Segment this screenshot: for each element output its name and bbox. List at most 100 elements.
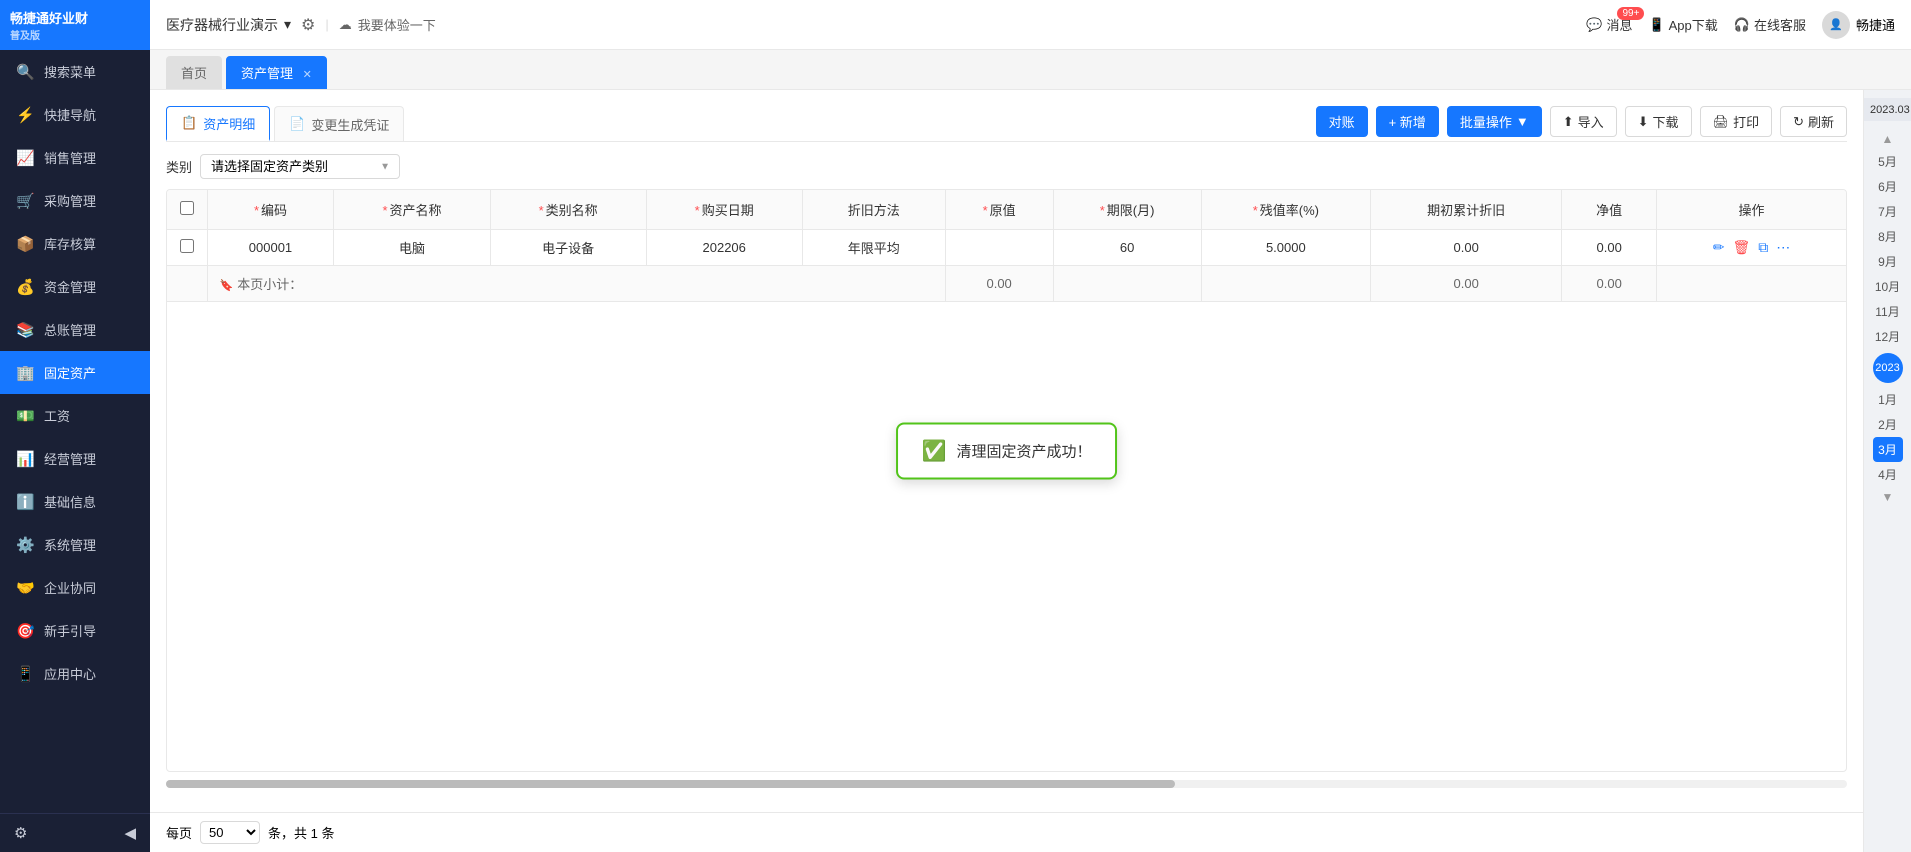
username: 畅捷通 xyxy=(1856,15,1895,34)
sidebar-icon-3: 🛒 xyxy=(16,192,34,210)
asset-detail-label: 资产明细 xyxy=(203,114,255,133)
panel-month-10月[interactable]: 10月 xyxy=(1873,274,1903,299)
subtotal-net: 0.00 xyxy=(1562,266,1657,302)
sidebar-item-总账管理[interactable]: 📚总账管理 xyxy=(0,308,150,351)
sub-tab-asset-detail[interactable]: 📋 资产明细 xyxy=(166,106,270,141)
subtotal-actions xyxy=(1657,266,1846,302)
user-menu[interactable]: 👤 畅捷通 xyxy=(1822,11,1895,39)
more-btn-0[interactable]: ⋯ xyxy=(1776,239,1790,256)
avatar: 👤 xyxy=(1822,11,1850,39)
panel-month-11月[interactable]: 11月 xyxy=(1873,299,1903,324)
main-content-area: 📋 资产明细 📄 变更生成凭证 对账 + 新增 xyxy=(150,90,1911,852)
sidebar-icon-12: 🤝 xyxy=(16,579,34,597)
app-download-button[interactable]: 📱 App下载 xyxy=(1648,15,1717,34)
subtotal-row: 🔖本页小计： 0.00 0.00 0.00 xyxy=(167,266,1846,302)
print-icon: 🖨 xyxy=(1713,114,1730,130)
sidebar: 畅捷通好业财 普及版 🔍搜索菜单⚡快捷导航📈销售管理🛒采购管理📦库存核算💰资金管… xyxy=(0,0,150,852)
select-all-checkbox[interactable] xyxy=(180,201,194,215)
add-label: + 新增 xyxy=(1389,112,1426,131)
panel-month-8月[interactable]: 8月 xyxy=(1873,224,1903,249)
sidebar-item-工资[interactable]: 💵工资 xyxy=(0,394,150,437)
tabs-bar: 首页 资产管理 ✕ xyxy=(150,50,1911,90)
sidebar-label-12: 企业协同 xyxy=(44,578,96,597)
delete-btn-0[interactable]: 🗑 xyxy=(1732,239,1750,256)
panel-month-12月[interactable]: 12月 xyxy=(1873,324,1903,349)
tab-home-label: 首页 xyxy=(181,66,207,81)
panel-year-2023[interactable]: 2023 xyxy=(1873,353,1903,383)
sidebar-item-固定资产[interactable]: 🏢固定资产 xyxy=(0,351,150,394)
sub-tabs: 📋 资产明细 📄 变更生成凭证 对账 + 新增 xyxy=(166,106,1847,142)
sidebar-label-8: 工资 xyxy=(44,406,70,425)
scroll-thumb[interactable] xyxy=(166,780,1175,788)
panel-scroll-up[interactable]: ▲ xyxy=(1864,129,1911,149)
mobile-icon: 📱 xyxy=(1648,17,1664,33)
refresh-button[interactable]: ↻ 刷新 xyxy=(1780,106,1847,137)
print-button[interactable]: 🖨 打印 xyxy=(1700,106,1773,137)
sidebar-item-应用中心[interactable]: 📱 应用中心 xyxy=(0,652,150,695)
messages-button[interactable]: 💬 消息 99+ xyxy=(1586,15,1632,34)
sidebar-item-销售管理[interactable]: 📈销售管理 xyxy=(0,136,150,179)
batch-button[interactable]: 批量操作 ▼ xyxy=(1447,106,1542,137)
panel-month-3月[interactable]: 3月 xyxy=(1873,437,1903,462)
online-service-button[interactable]: 🎧 在线客服 xyxy=(1734,15,1806,34)
reconcile-label: 对账 xyxy=(1329,112,1355,131)
sidebar-item-基础信息[interactable]: ℹ️基础信息 xyxy=(0,480,150,523)
sidebar-item-经营管理[interactable]: 📊经营管理 xyxy=(0,437,150,480)
export-label: 导入 xyxy=(1578,112,1604,131)
subtotal-residual xyxy=(1201,266,1370,302)
horizontal-scrollbar[interactable] xyxy=(166,772,1847,796)
trial-button[interactable]: ☁ 我要体验一下 xyxy=(339,15,436,34)
category-select[interactable]: 请选择固定资产类别 xyxy=(200,154,400,179)
th-period: *期限(月) xyxy=(1053,190,1201,230)
sidebar-item-采购管理[interactable]: 🛒采购管理 xyxy=(0,179,150,222)
reconcile-button[interactable]: 对账 xyxy=(1316,106,1368,137)
panel-month-1月[interactable]: 1月 xyxy=(1873,387,1903,412)
add-button[interactable]: + 新增 xyxy=(1376,106,1439,137)
panel-month-7月[interactable]: 7月 xyxy=(1873,199,1903,224)
row-checkbox-0[interactable] xyxy=(180,239,194,253)
tab-close-icon[interactable]: ✕ xyxy=(303,69,312,81)
panel-month-6月[interactable]: 6月 xyxy=(1873,174,1903,199)
sidebar-item-搜索菜单[interactable]: 🔍搜索菜单 xyxy=(0,50,150,93)
panel-month-9月[interactable]: 9月 xyxy=(1873,249,1903,274)
per-page-select[interactable]: 50 100 200 xyxy=(200,821,260,844)
company-name: 医疗器械行业演示 xyxy=(166,15,278,35)
subtotal-accumulated: 0.00 xyxy=(1371,266,1562,302)
th-residual-rate: *残值率(%) xyxy=(1201,190,1370,230)
download-button[interactable]: ⬇ 下载 xyxy=(1625,106,1692,137)
category-select-container: 请选择固定资产类别 xyxy=(200,154,400,179)
panel-scroll-down[interactable]: ▼ xyxy=(1864,487,1911,507)
print-label: 打印 xyxy=(1733,112,1759,131)
tab-home[interactable]: 首页 xyxy=(166,56,222,89)
success-toast: ✅ 清理固定资产成功！ xyxy=(896,423,1118,480)
sidebar-item-企业协同[interactable]: 🤝 企业协同 xyxy=(0,566,150,609)
sidebar-icon-5: 💰 xyxy=(16,278,34,296)
settings-gear-icon[interactable]: ⚙ xyxy=(301,15,315,35)
panel-month-4月[interactable]: 4月 xyxy=(1873,462,1903,487)
panel-month-2月[interactable]: 2月 xyxy=(1873,412,1903,437)
th-actions: 操作 xyxy=(1657,190,1846,230)
sidebar-item-资金管理[interactable]: 💰资金管理 xyxy=(0,265,150,308)
company-selector[interactable]: 医疗器械行业演示 ▾ xyxy=(166,15,291,35)
sidebar-item-库存核算[interactable]: 📦库存核算 xyxy=(0,222,150,265)
sidebar-label-6: 总账管理 xyxy=(44,320,96,339)
edit-btn-0[interactable]: ✏ xyxy=(1713,239,1725,256)
sidebar-item-系统管理[interactable]: ⚙️系统管理 xyxy=(0,523,150,566)
subtotal-checkbox xyxy=(167,266,207,302)
export-button[interactable]: ⬆ 导入 xyxy=(1550,106,1617,137)
tab-asset-management[interactable]: 资产管理 ✕ xyxy=(226,56,327,89)
sidebar-icon-13: 🎯 xyxy=(16,622,34,640)
sidebar-item-新手引导[interactable]: 🎯新手引导 xyxy=(0,609,150,652)
panel-year-label: 2023.03 xyxy=(1870,104,1910,116)
copy-btn-0[interactable]: ⧉ xyxy=(1758,239,1768,256)
collapse-icon[interactable]: ◀ xyxy=(124,824,136,842)
sidebar-icon-14: 📱 xyxy=(16,665,34,683)
sidebar-icon-2: 📈 xyxy=(16,149,34,167)
sub-tab-change-voucher[interactable]: 📄 变更生成凭证 xyxy=(274,106,404,141)
panel-month-5月[interactable]: 5月 xyxy=(1873,149,1903,174)
right-panel-header: 2023.03 ✕ ⤢ xyxy=(1864,98,1911,121)
sidebar-label-14: 应用中心 xyxy=(44,664,96,683)
cell-name-0: 电脑 xyxy=(334,230,490,266)
settings-icon[interactable]: ⚙ xyxy=(14,824,27,842)
sidebar-item-快捷导航[interactable]: ⚡快捷导航 xyxy=(0,93,150,136)
